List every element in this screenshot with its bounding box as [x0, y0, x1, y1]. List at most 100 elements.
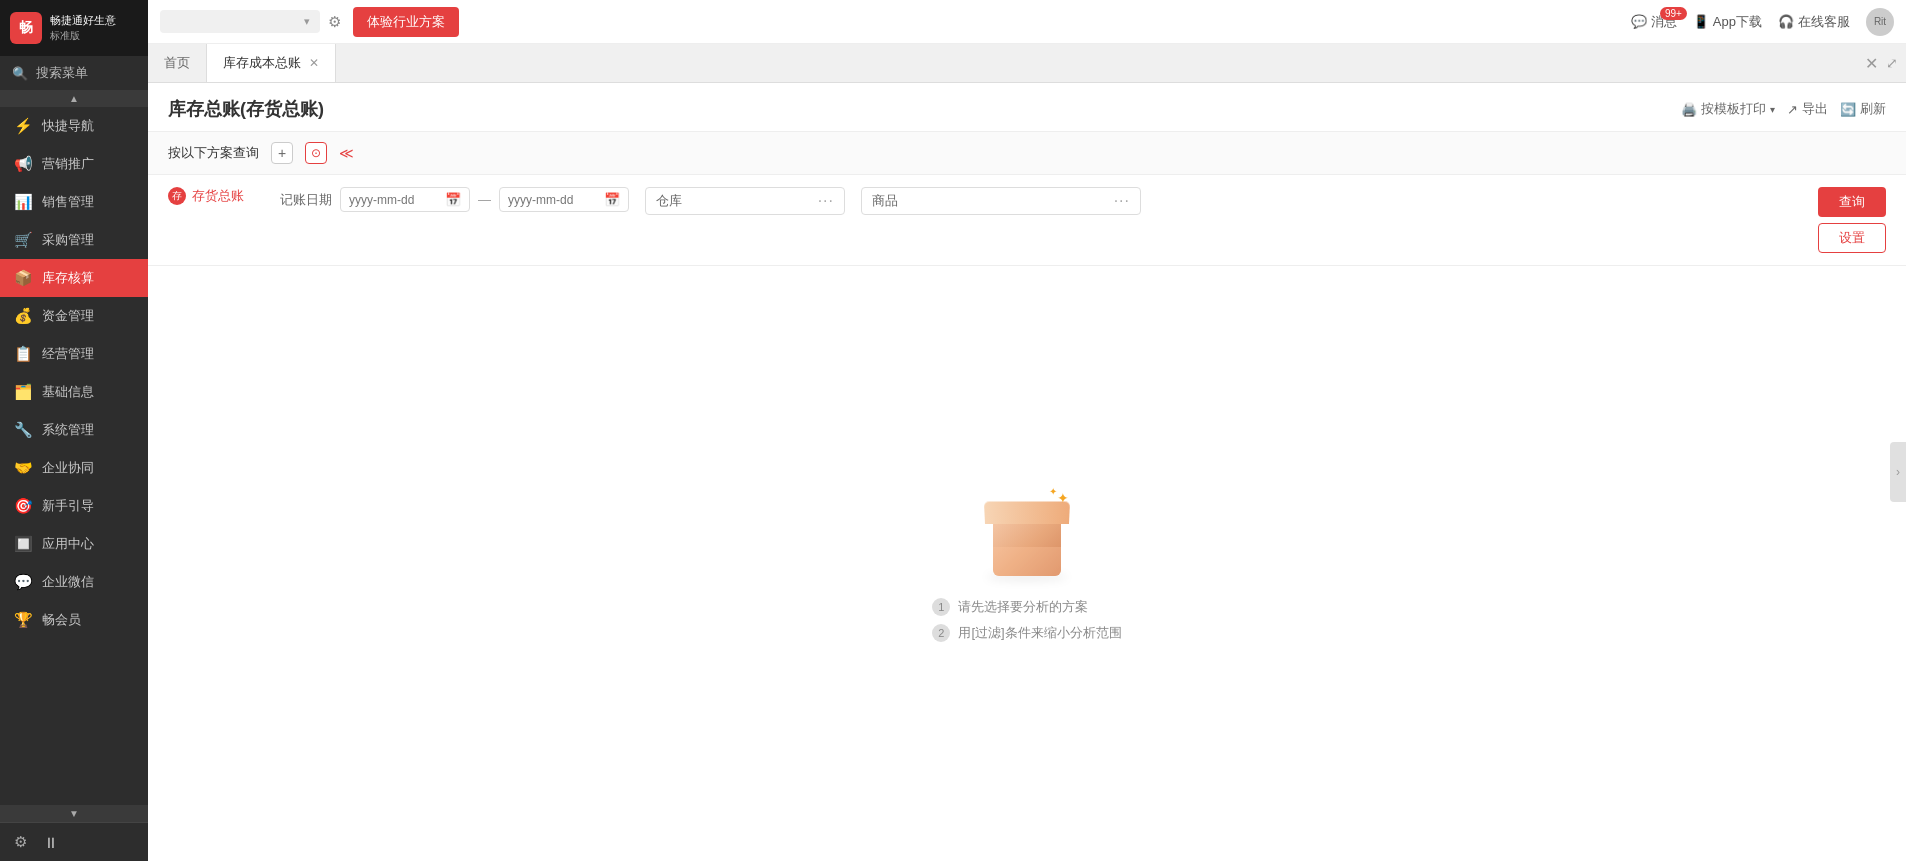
settings-btn[interactable]: 设置: [1818, 223, 1886, 253]
app-version: 标准版: [50, 29, 116, 43]
sidebar-item-label: 企业微信: [42, 573, 94, 591]
basics-icon: 🗂️: [14, 383, 32, 401]
date-end-field[interactable]: [508, 193, 598, 207]
date-separator: —: [478, 192, 491, 207]
page-panel: 库存总账(存货总账) 🖨️ 按模板打印 ▾ ↗ 导出 🔄 刷新: [148, 83, 1906, 861]
logo-icon: 畅: [10, 12, 42, 44]
print-btn[interactable]: 🖨️ 按模板打印 ▾: [1681, 100, 1775, 118]
quick-nav-icon: ⚡: [14, 117, 32, 135]
panel-expand-icon[interactable]: ⤢: [1886, 55, 1898, 71]
finance-icon: 💰: [14, 307, 32, 325]
sidebar-item-finance[interactable]: 💰 资金管理: [0, 297, 148, 335]
scroll-down-btn[interactable]: ▼: [0, 805, 148, 822]
tab-home[interactable]: 首页: [148, 44, 207, 82]
date-label: 记账日期: [280, 191, 332, 209]
nav-area[interactable]: ▾: [160, 10, 320, 33]
query-btn[interactable]: 查询: [1818, 187, 1886, 217]
support-label: 在线客服: [1798, 13, 1850, 31]
empty-illustration: ✦ ✦ 1 请先选择要分析的方案 2 用[过滤]条件来缩小分析范围: [932, 486, 1121, 642]
online-support-btn[interactable]: 🎧 在线客服: [1778, 13, 1850, 31]
search-label: 搜索菜单: [36, 64, 88, 82]
hint-num-2: 2: [932, 624, 950, 642]
warehouse-filter[interactable]: 仓库 ···: [645, 187, 845, 215]
export-label: 导出: [1802, 100, 1828, 118]
sidebar-nav: ⚡ 快捷导航 📢 营销推广 📊 销售管理 🛒 采购管理 📦 库存核算 💰 资金管…: [0, 107, 148, 805]
main-area: ▾ ⚙ 体验行业方案 💬 消息 99+ 📱 App下载 🎧 在线客服 Rit: [148, 0, 1906, 861]
scroll-up-btn[interactable]: ▲: [0, 90, 148, 107]
filter-collapse-icon[interactable]: ≪: [339, 145, 354, 161]
calendar-start-icon[interactable]: 📅: [445, 192, 461, 207]
sidebar: 畅 畅捷通好生意 标准版 🔍 搜索菜单 ▲ ⚡ 快捷导航 📢 营销推广 📊 销售…: [0, 0, 148, 861]
operation-icon: 📋: [14, 345, 32, 363]
product-more-icon[interactable]: ···: [1114, 192, 1130, 210]
sidebar-item-corp[interactable]: 🤝 企业协同: [0, 449, 148, 487]
right-panel-toggle[interactable]: ›: [1890, 442, 1906, 502]
date-start-field[interactable]: [349, 193, 439, 207]
sidebar-item-operation[interactable]: 📋 经营管理: [0, 335, 148, 373]
app-download-label: App下载: [1713, 13, 1762, 31]
sidebar-item-inventory[interactable]: 📦 库存核算: [0, 259, 148, 297]
message-badge: 99+: [1660, 7, 1687, 20]
sidebar-footer: ⚙ ⏸: [0, 822, 148, 861]
search-menu[interactable]: 🔍 搜索菜单: [0, 56, 148, 90]
page-header: 库存总账(存货总账) 🖨️ 按模板打印 ▾ ↗ 导出 🔄 刷新: [148, 83, 1906, 132]
empty-state: ✦ ✦ 1 请先选择要分析的方案 2 用[过滤]条件来缩小分析范围: [148, 266, 1906, 861]
export-btn[interactable]: ↗ 导出: [1787, 100, 1828, 118]
sidebar-item-label: 应用中心: [42, 535, 94, 553]
print-icon: 🖨️: [1681, 102, 1697, 117]
sidebar-item-label: 企业协同: [42, 459, 94, 477]
settings-icon[interactable]: ⚙: [14, 833, 27, 851]
sidebar-item-purchase[interactable]: 🛒 采购管理: [0, 221, 148, 259]
sidebar-item-member[interactable]: 🏆 畅会员: [0, 601, 148, 639]
scheme-label: 存货总账: [192, 187, 244, 205]
refresh-label: 刷新: [1860, 100, 1886, 118]
panel-close-btn[interactable]: ✕: [1865, 54, 1878, 73]
user-avatar-btn[interactable]: Rit: [1866, 8, 1894, 36]
app-logo: 畅 畅捷通好生意 标准版: [0, 0, 148, 56]
sidebar-item-newbie[interactable]: 🎯 新手引导: [0, 487, 148, 525]
scheme-item: 存 存货总账: [168, 187, 244, 205]
calendar-end-icon[interactable]: 📅: [604, 192, 620, 207]
app-download-btn[interactable]: 📱 App下载: [1693, 13, 1762, 31]
sidebar-item-label: 采购管理: [42, 231, 94, 249]
sidebar-item-sales[interactable]: 📊 销售管理: [0, 183, 148, 221]
phone-icon: 📱: [1693, 14, 1709, 29]
sidebar-item-label: 畅会员: [42, 611, 81, 629]
filter-settings-btn[interactable]: ⊙: [305, 142, 327, 164]
industry-btn[interactable]: 体验行业方案: [353, 7, 459, 37]
sales-icon: 📊: [14, 193, 32, 211]
topbar-gear-icon[interactable]: ⚙: [328, 13, 341, 31]
refresh-btn[interactable]: 🔄 刷新: [1840, 100, 1886, 118]
tab-inventory-ledger[interactable]: 库存成本总账 ✕: [207, 44, 336, 82]
message-icon: 💬: [1631, 14, 1647, 29]
marketing-icon: 📢: [14, 155, 32, 173]
sidebar-item-quick-nav[interactable]: ⚡ 快捷导航: [0, 107, 148, 145]
sound-icon[interactable]: ⏸: [43, 834, 58, 851]
date-filter: 记账日期 📅 — 📅: [280, 187, 629, 212]
tab-home-label: 首页: [164, 54, 190, 72]
purchase-icon: 🛒: [14, 231, 32, 249]
filter-add-btn[interactable]: +: [271, 142, 293, 164]
tab-close-icon[interactable]: ✕: [309, 56, 319, 70]
sidebar-item-app-center[interactable]: 🔲 应用中心: [0, 525, 148, 563]
sidebar-item-basics[interactable]: 🗂️ 基础信息: [0, 373, 148, 411]
sidebar-item-label: 经营管理: [42, 345, 94, 363]
corp-icon: 🤝: [14, 459, 32, 477]
hint-text-2: 用[过滤]条件来缩小分析范围: [958, 624, 1121, 642]
date-end-input[interactable]: 📅: [499, 187, 629, 212]
empty-icon: ✦ ✦: [977, 486, 1077, 586]
product-filter[interactable]: 商品 ···: [861, 187, 1141, 215]
sidebar-item-wechat[interactable]: 💬 企业微信: [0, 563, 148, 601]
empty-hints: 1 请先选择要分析的方案 2 用[过滤]条件来缩小分析范围: [932, 598, 1121, 642]
warehouse-more-icon[interactable]: ···: [818, 192, 834, 210]
nav-text: [170, 14, 304, 29]
tab-inventory-ledger-label: 库存成本总账: [223, 54, 301, 72]
export-icon: ↗: [1787, 102, 1798, 117]
date-start-input[interactable]: 📅: [340, 187, 470, 212]
inventory-icon: 📦: [14, 269, 32, 287]
sidebar-item-system[interactable]: 🔧 系统管理: [0, 411, 148, 449]
sidebar-item-marketing[interactable]: 📢 营销推广: [0, 145, 148, 183]
message-btn[interactable]: 💬 消息 99+: [1631, 13, 1677, 31]
app-name: 畅捷通好生意: [50, 13, 116, 28]
empty-hint-1: 1 请先选择要分析的方案: [932, 598, 1121, 616]
